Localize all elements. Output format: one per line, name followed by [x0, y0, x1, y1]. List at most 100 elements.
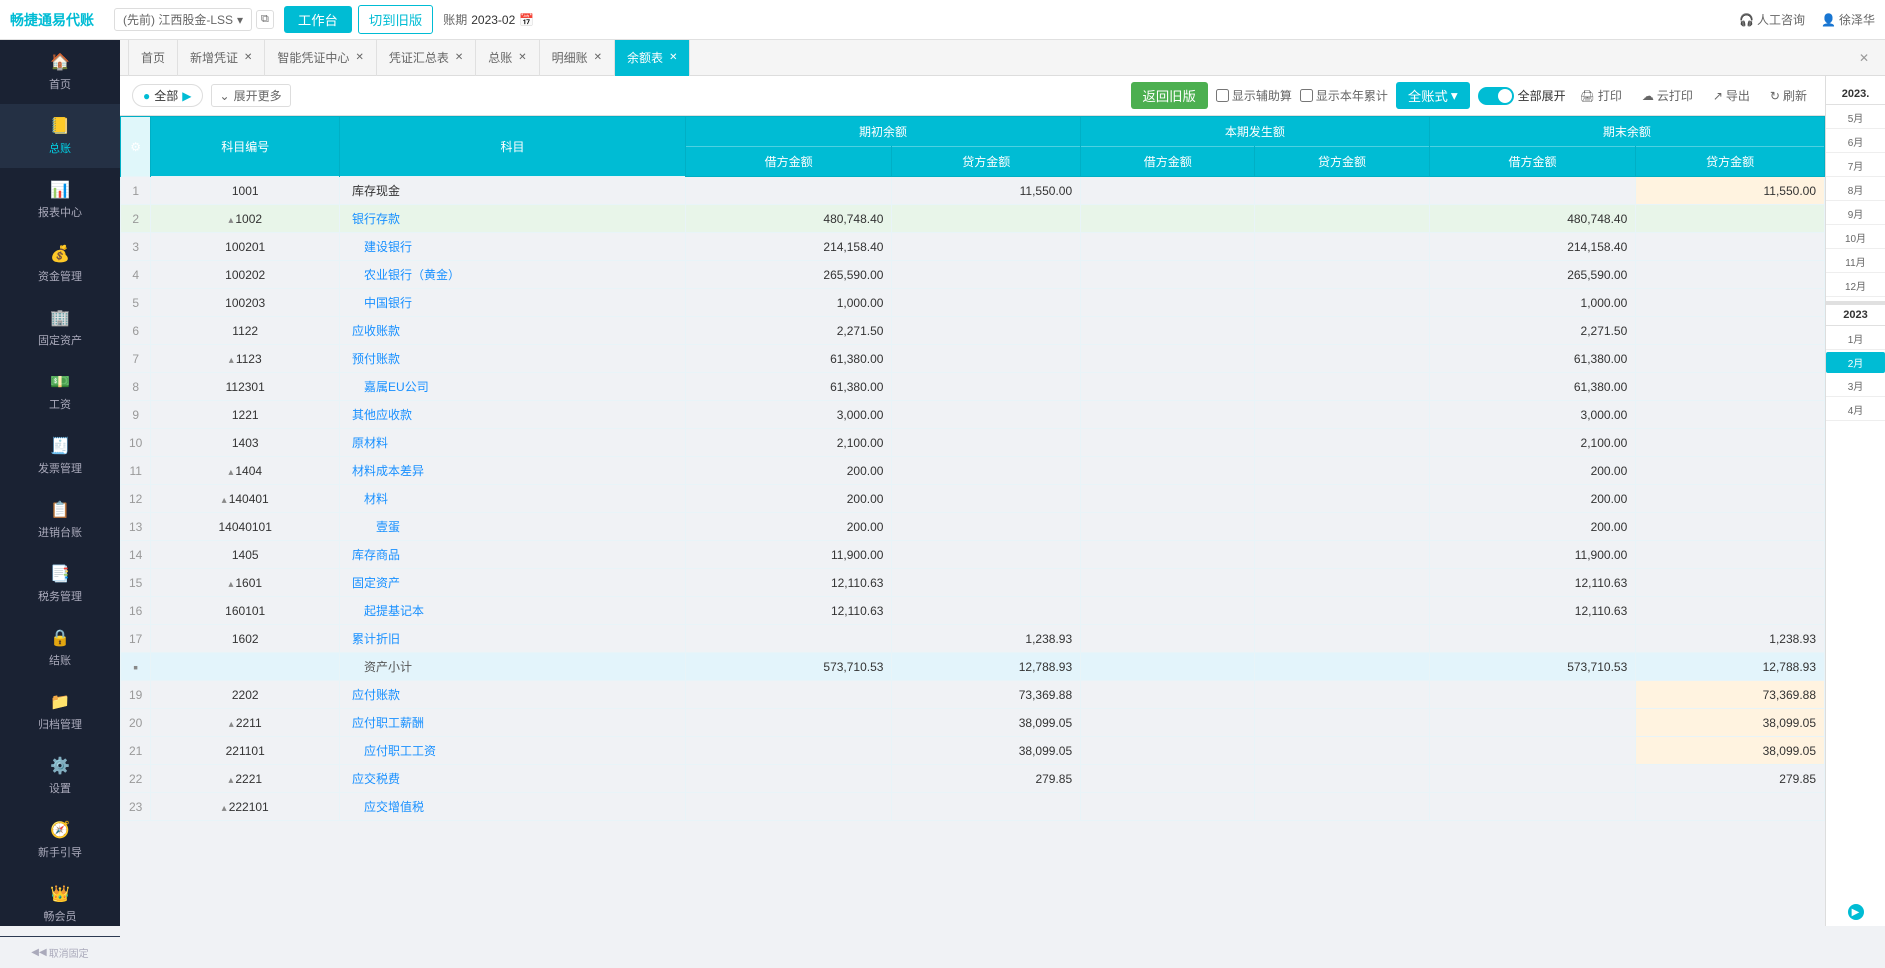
right-panel-month-8[interactable]: 8月 — [1826, 179, 1885, 201]
sidebar-item-ledger[interactable]: 📒 总账 — [0, 104, 120, 168]
row-name[interactable]: 应交增值税 — [340, 793, 686, 821]
row-name[interactable]: 应付职工薪酬 — [340, 709, 686, 737]
tab-ledger[interactable]: 总账 ✕ — [476, 40, 539, 76]
right-panel-month-9[interactable]: 9月 — [1826, 203, 1885, 225]
tab-ledger-close[interactable]: ✕ — [518, 52, 526, 63]
show-ytd-checkbox[interactable]: 显示本年累计 — [1300, 87, 1388, 104]
tab-balance[interactable]: 余额表 ✕ — [615, 40, 690, 76]
tab-detail[interactable]: 明细账 ✕ — [540, 40, 615, 76]
format-button[interactable]: 全账式 ▾ — [1396, 82, 1470, 109]
row-name[interactable]: 起提基记本 — [340, 597, 686, 625]
sidebar-item-member[interactable]: 👑 畅会员 — [0, 872, 120, 936]
account-link[interactable]: 应交增值税 — [364, 800, 424, 814]
right-panel-month-1[interactable]: 1月 — [1826, 328, 1885, 350]
row-name[interactable]: 农业银行（黄金） — [340, 261, 686, 289]
account-link[interactable]: 应付职工薪酬 — [352, 716, 424, 730]
account-link[interactable]: 库存商品 — [352, 548, 400, 562]
user-info[interactable]: 👤 徐泽华 — [1821, 11, 1875, 28]
row-name[interactable]: 应付账款 — [340, 681, 686, 709]
tab-home[interactable]: 首页 — [128, 40, 178, 76]
expand-more-button[interactable]: ⌄ 展开更多 — [211, 84, 291, 107]
account-link[interactable]: 预付账款 — [352, 352, 400, 366]
account-link[interactable]: 嘉属EU公司 — [364, 380, 429, 394]
refresh-button[interactable]: ↻ 刷新 — [1764, 85, 1813, 106]
copy-icon[interactable]: ⧉ — [256, 10, 274, 29]
sidebar-item-payroll[interactable]: 💵 工资 — [0, 360, 120, 424]
tab-add-voucher-close[interactable]: ✕ — [244, 52, 252, 63]
right-panel-month-4[interactable]: 4月 — [1826, 399, 1885, 421]
row-name[interactable]: 中国银行 — [340, 289, 686, 317]
right-expand-icon[interactable]: ▶ — [1848, 904, 1864, 920]
right-panel-month-6[interactable]: 6月 — [1826, 131, 1885, 153]
company-selector[interactable]: (先前) 江西股金-LSS ▾ — [114, 8, 252, 31]
sidebar-item-fund[interactable]: 💰 资金管理 — [0, 232, 120, 296]
row-name[interactable]: 银行存款 — [340, 205, 686, 233]
settings-icon[interactable]: ⚙ — [130, 140, 141, 154]
account-link[interactable]: 中国银行 — [364, 296, 412, 310]
tab-add-voucher[interactable]: 新增凭证 ✕ — [178, 40, 265, 76]
right-panel-month-5[interactable]: 5月 — [1826, 107, 1885, 129]
account-link[interactable]: 应交税费 — [352, 772, 400, 786]
right-panel-month-3[interactable]: 3月 — [1826, 375, 1885, 397]
right-panel-month-10[interactable]: 10月 — [1826, 227, 1885, 249]
sidebar-item-invoice[interactable]: 🧾 发票管理 — [0, 424, 120, 488]
table-wrap[interactable]: ⚙ 科目编号 科目 期初余额 本期发生额 期末余额 借方金额 贷方金额 借方金额 — [120, 116, 1825, 926]
tab-smart-voucher[interactable]: 智能凭证中心 ✕ — [265, 40, 376, 76]
row-name[interactable]: 应交税费 — [340, 765, 686, 793]
tab-balance-close[interactable]: ✕ — [669, 52, 677, 63]
account-link[interactable]: 应收账款 — [352, 324, 400, 338]
consult-button[interactable]: 🎧 人工咨询 — [1739, 11, 1805, 28]
row-name[interactable]: 预付账款 — [340, 345, 686, 373]
filter-all[interactable]: ● 全部 ▶ — [132, 84, 203, 107]
account-link[interactable]: 农业银行（黄金） — [364, 268, 460, 282]
right-panel-month-7[interactable]: 7月 — [1826, 155, 1885, 177]
right-panel-month-2-active[interactable]: 2月 — [1826, 352, 1885, 373]
return-old-version-button[interactable]: 返回旧版 — [1131, 82, 1208, 109]
tab-voucher-summary[interactable]: 凭证汇总表 ✕ — [377, 40, 476, 76]
account-link[interactable]: 其他应收款 — [352, 408, 412, 422]
toggle-switch[interactable] — [1478, 87, 1514, 105]
workbench-button[interactable]: 工作台 — [284, 6, 352, 33]
tab-smart-voucher-close[interactable]: ✕ — [355, 52, 363, 63]
row-name[interactable]: 固定资产 — [340, 569, 686, 597]
export-button[interactable]: ↗ 导出 — [1707, 85, 1756, 106]
sidebar-item-report[interactable]: 📊 报表中心 — [0, 168, 120, 232]
account-link[interactable]: 应付账款 — [352, 688, 400, 702]
account-link[interactable]: 壹蛋 — [376, 520, 400, 534]
row-name[interactable]: 应收账款 — [340, 317, 686, 345]
row-name[interactable]: 壹蛋 — [340, 513, 686, 541]
sidebar-item-fixed-asset[interactable]: 🏢 固定资产 — [0, 296, 120, 360]
account-link[interactable]: 建设银行 — [364, 240, 412, 254]
row-name[interactable]: 累计折旧 — [340, 625, 686, 653]
sidebar-item-newbie[interactable]: 🧭 新手引导 — [0, 808, 120, 872]
row-name[interactable]: 建设银行 — [340, 233, 686, 261]
print-button[interactable]: 🖨 打印 — [1574, 85, 1628, 106]
row-name[interactable]: 应付职工工资 — [340, 737, 686, 765]
sidebar-item-home[interactable]: 🏠 首页 — [0, 40, 120, 104]
tab-detail-close[interactable]: ✕ — [594, 52, 602, 63]
account-link[interactable]: 材料成本差异 — [352, 464, 424, 478]
tab-voucher-summary-close[interactable]: ✕ — [455, 52, 463, 63]
account-link[interactable]: 固定资产 — [352, 576, 400, 590]
switch-version-button[interactable]: 切到旧版 — [358, 5, 433, 34]
right-panel-month-11[interactable]: 11月 — [1826, 251, 1885, 273]
sidebar-item-purchase[interactable]: 📋 进销台账 — [0, 488, 120, 552]
show-aux-checkbox[interactable]: 显示辅助算 — [1216, 87, 1292, 104]
account-link[interactable]: 原材料 — [352, 436, 388, 450]
sidebar-item-tax[interactable]: 📑 税务管理 — [0, 552, 120, 616]
row-name[interactable]: 库存商品 — [340, 541, 686, 569]
account-link[interactable]: 应付职工工资 — [364, 744, 436, 758]
aux-checkbox-input[interactable] — [1216, 89, 1229, 102]
account-link[interactable]: 银行存款 — [352, 212, 400, 226]
sidebar-item-closing[interactable]: 🔒 结账 — [0, 616, 120, 680]
row-name[interactable]: 嘉属EU公司 — [340, 373, 686, 401]
expand-all-toggle[interactable]: 全部展开 — [1478, 87, 1566, 105]
ytd-checkbox-input[interactable] — [1300, 89, 1313, 102]
sidebar-item-settings[interactable]: ⚙️ 设置 — [0, 744, 120, 808]
row-name[interactable]: 材料 — [340, 485, 686, 513]
th-settings[interactable]: ⚙ — [121, 117, 151, 177]
calendar-icon[interactable]: 📅 — [519, 13, 534, 27]
close-all-tabs[interactable]: ✕ — [1851, 51, 1877, 65]
account-link[interactable]: 材料 — [364, 492, 388, 506]
account-link[interactable]: 起提基记本 — [364, 604, 424, 618]
